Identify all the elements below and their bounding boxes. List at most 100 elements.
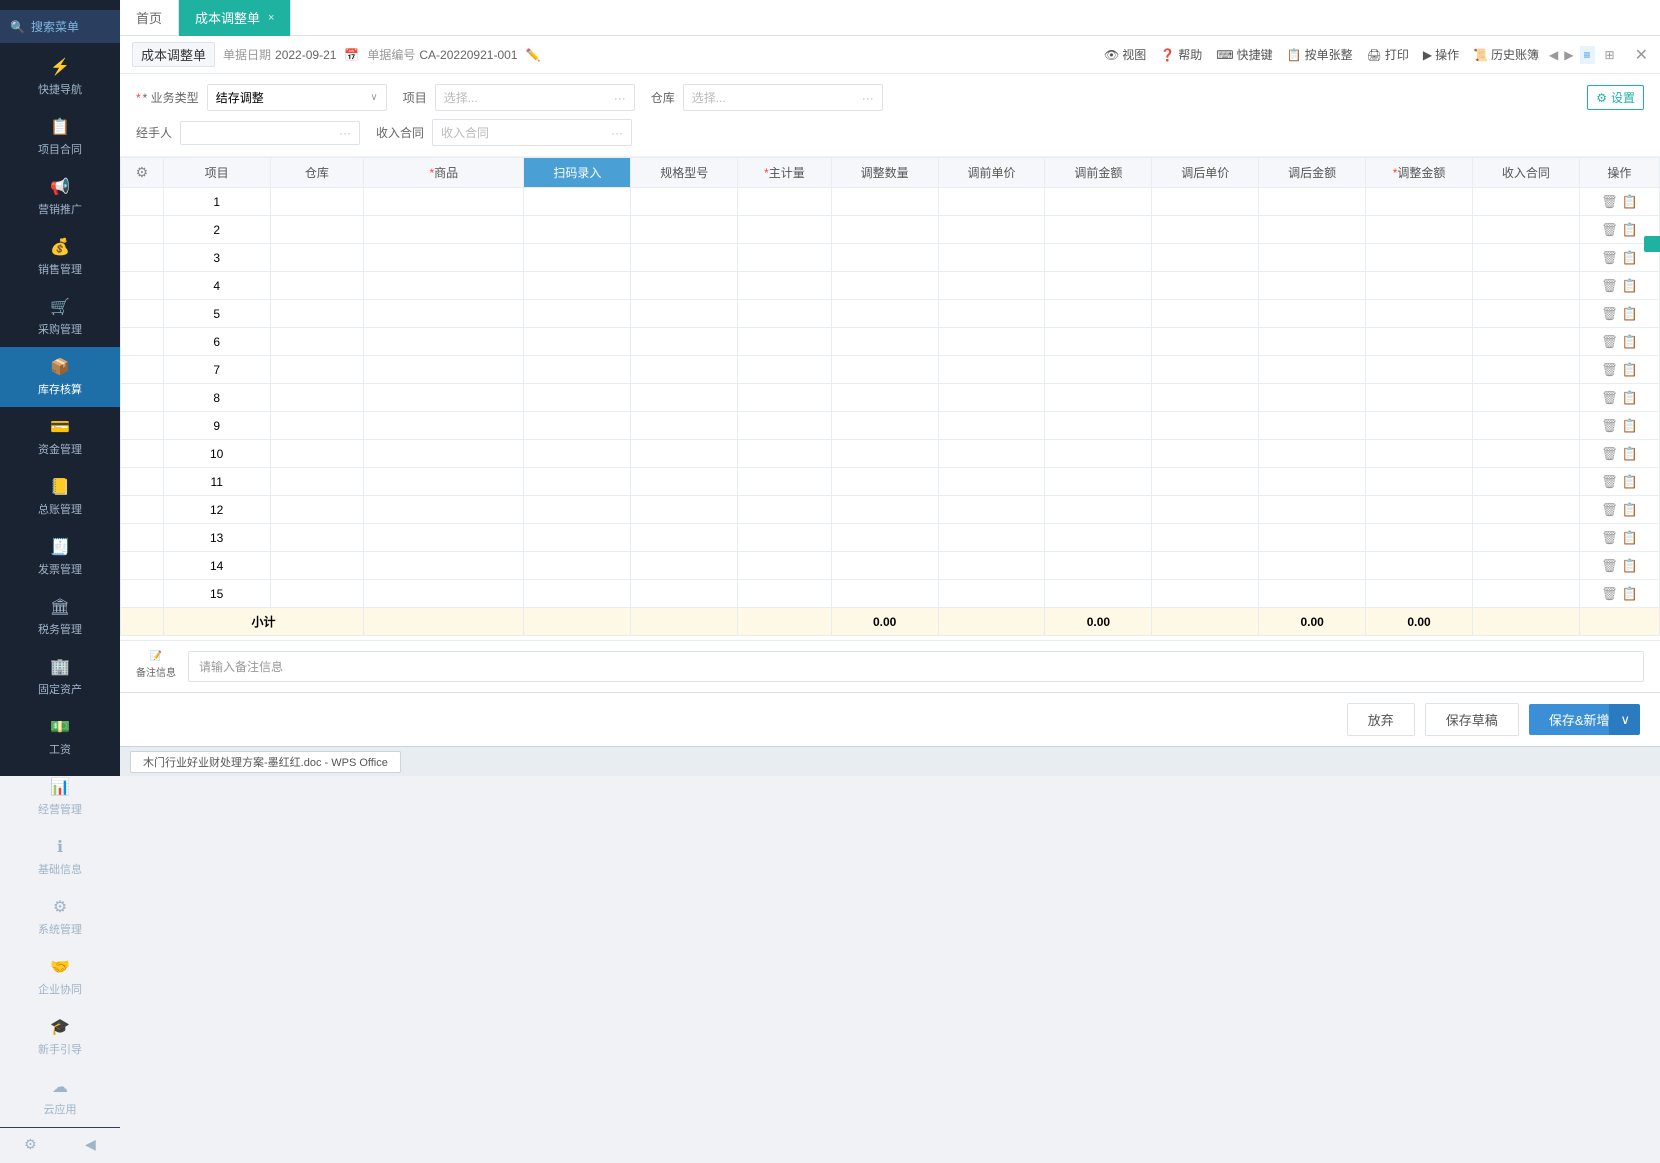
row-copy-icon-8[interactable]: 📋 [1622, 390, 1638, 406]
row-before-price-cell-6[interactable] [938, 328, 1045, 356]
toolbar-review-btn[interactable]: 📋 按单张整 [1283, 44, 1357, 65]
row-adj-amount-cell-5[interactable] [1366, 300, 1473, 328]
row-after-amount-cell-7[interactable] [1259, 356, 1366, 384]
row-before-amount-cell-12[interactable] [1045, 496, 1152, 524]
sidebar-item-ledger[interactable]: 📒 总账管理 [0, 467, 120, 527]
row-delete-icon-10[interactable]: 🗑 [1601, 446, 1618, 462]
row-product-cell-9[interactable] [364, 412, 524, 440]
sidebar-settings-icon[interactable]: ⚙ [24, 1136, 37, 1153]
row-scan-cell-5[interactable] [524, 300, 631, 328]
toolbar-print-btn[interactable]: 🖨 打印 [1363, 44, 1413, 65]
taskbar-item[interactable]: 木门行业好业财处理方案-墨红红.doc - WPS Office [130, 751, 401, 773]
row-product-cell-5[interactable] [364, 300, 524, 328]
project-dots[interactable]: ··· [614, 91, 626, 105]
row-after-price-cell-5[interactable] [1152, 300, 1259, 328]
row-unit-cell-7[interactable] [738, 356, 832, 384]
row-after-amount-cell-6[interactable] [1259, 328, 1366, 356]
nav-prev-icon[interactable]: ◀ [1549, 48, 1558, 62]
row-copy-icon-11[interactable]: 📋 [1622, 474, 1638, 490]
sidebar-item-cloud[interactable]: ☁ 云应用 [0, 1067, 120, 1127]
row-delete-icon-7[interactable]: 🗑 [1601, 362, 1618, 378]
row-income-contract-cell-9[interactable] [1472, 412, 1579, 440]
row-after-price-cell-14[interactable] [1152, 552, 1259, 580]
row-income-contract-cell-2[interactable] [1472, 216, 1579, 244]
row-unit-cell-12[interactable] [738, 496, 832, 524]
row-adj-amount-cell-2[interactable] [1366, 216, 1473, 244]
row-before-price-cell-11[interactable] [938, 468, 1045, 496]
row-copy-icon-2[interactable]: 📋 [1622, 222, 1638, 238]
row-income-contract-cell-14[interactable] [1472, 552, 1579, 580]
row-copy-icon-7[interactable]: 📋 [1622, 362, 1638, 378]
row-adj-qty-cell-11[interactable] [831, 468, 938, 496]
row-adj-amount-cell-6[interactable] [1366, 328, 1473, 356]
row-before-amount-cell-7[interactable] [1045, 356, 1152, 384]
row-after-price-cell-11[interactable] [1152, 468, 1259, 496]
toolbar-help-btn[interactable]: ❓ 帮助 [1156, 44, 1206, 65]
toolbar-shortcut-btn[interactable]: ⌨ 快捷键 [1212, 44, 1276, 65]
row-income-contract-cell-4[interactable] [1472, 272, 1579, 300]
row-product-cell-14[interactable] [364, 552, 524, 580]
row-warehouse-cell-9[interactable] [270, 412, 364, 440]
row-adj-qty-cell-8[interactable] [831, 384, 938, 412]
row-unit-cell-11[interactable] [738, 468, 832, 496]
row-adj-amount-cell-9[interactable] [1366, 412, 1473, 440]
row-scan-cell-12[interactable] [524, 496, 631, 524]
row-copy-icon-6[interactable]: 📋 [1622, 334, 1638, 350]
row-adj-amount-cell-10[interactable] [1366, 440, 1473, 468]
row-spec-cell-12[interactable] [631, 496, 738, 524]
row-spec-cell-4[interactable] [631, 272, 738, 300]
sidebar-item-basic-info[interactable]: ℹ 基础信息 [0, 827, 120, 887]
row-after-amount-cell-2[interactable] [1259, 216, 1366, 244]
row-delete-icon-3[interactable]: 🗑 [1601, 250, 1618, 266]
sidebar-collapse-icon[interactable]: ◀ [85, 1136, 96, 1153]
row-spec-cell-1[interactable] [631, 188, 738, 216]
row-spec-cell-14[interactable] [631, 552, 738, 580]
row-after-amount-cell-9[interactable] [1259, 412, 1366, 440]
row-income-contract-cell-13[interactable] [1472, 524, 1579, 552]
sidebar-item-tax[interactable]: 🏛 税务管理 [0, 587, 120, 647]
row-unit-cell-10[interactable] [738, 440, 832, 468]
row-copy-icon-4[interactable]: 📋 [1622, 278, 1638, 294]
row-after-amount-cell-12[interactable] [1259, 496, 1366, 524]
sidebar-search[interactable]: 🔍 搜索菜单 [0, 10, 120, 43]
row-before-amount-cell-2[interactable] [1045, 216, 1152, 244]
row-income-contract-cell-1[interactable] [1472, 188, 1579, 216]
table-settings-gear[interactable]: ⚙ [136, 164, 149, 180]
row-before-price-cell-3[interactable] [938, 244, 1045, 272]
row-spec-cell-8[interactable] [631, 384, 738, 412]
row-spec-cell-15[interactable] [631, 580, 738, 608]
row-project-cell-1[interactable]: 1 [163, 188, 270, 216]
warehouse-dots[interactable]: ··· [862, 91, 874, 105]
row-after-price-cell-10[interactable] [1152, 440, 1259, 468]
row-before-amount-cell-15[interactable] [1045, 580, 1152, 608]
row-after-amount-cell-15[interactable] [1259, 580, 1366, 608]
row-project-cell-12[interactable]: 12 [163, 496, 270, 524]
sidebar-item-salary[interactable]: 💵 工资 [0, 707, 120, 767]
row-before-price-cell-5[interactable] [938, 300, 1045, 328]
row-before-price-cell-13[interactable] [938, 524, 1045, 552]
row-after-price-cell-7[interactable] [1152, 356, 1259, 384]
row-adj-amount-cell-14[interactable] [1366, 552, 1473, 580]
row-product-cell-1[interactable] [364, 188, 524, 216]
row-delete-icon-5[interactable]: 🗑 [1601, 306, 1618, 322]
row-adj-qty-cell-15[interactable] [831, 580, 938, 608]
view-mode-icon1[interactable]: ≡ [1580, 46, 1595, 64]
row-scan-cell-11[interactable] [524, 468, 631, 496]
sidebar-item-ops[interactable]: 📊 经营管理 [0, 767, 120, 827]
row-before-amount-cell-5[interactable] [1045, 300, 1152, 328]
row-spec-cell-7[interactable] [631, 356, 738, 384]
row-unit-cell-8[interactable] [738, 384, 832, 412]
sidebar-item-sales[interactable]: 💰 销售管理 [0, 227, 120, 287]
sidebar-item-system[interactable]: ⚙ 系统管理 [0, 887, 120, 947]
row-before-price-cell-12[interactable] [938, 496, 1045, 524]
row-copy-icon-1[interactable]: 📋 [1622, 194, 1638, 210]
row-product-cell-8[interactable] [364, 384, 524, 412]
row-product-cell-12[interactable] [364, 496, 524, 524]
row-delete-icon-15[interactable]: 🗑 [1601, 586, 1618, 602]
row-spec-cell-13[interactable] [631, 524, 738, 552]
row-adj-qty-cell-10[interactable] [831, 440, 938, 468]
row-income-contract-cell-15[interactable] [1472, 580, 1579, 608]
row-unit-cell-5[interactable] [738, 300, 832, 328]
tab-cost-adjust[interactable]: 成本调整单 × [179, 0, 291, 36]
row-warehouse-cell-5[interactable] [270, 300, 364, 328]
